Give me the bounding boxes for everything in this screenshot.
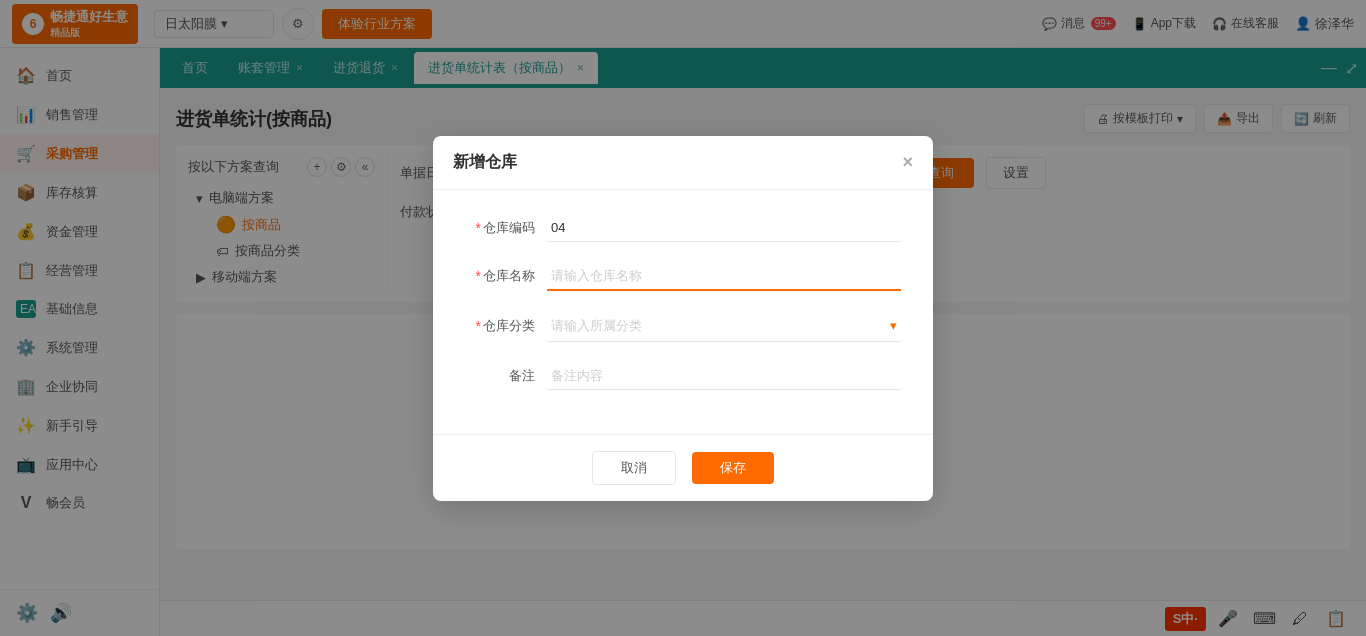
name-required-mark: * [476, 268, 481, 284]
save-button[interactable]: 保存 [692, 452, 774, 484]
category-select-placeholder: 请输入所属分类 [551, 317, 642, 335]
notes-label: 备注 [465, 367, 535, 385]
category-form-label: * 仓库分类 [465, 317, 535, 335]
cancel-button[interactable]: 取消 [592, 451, 676, 485]
code-label-text: 仓库编码 [483, 219, 535, 237]
code-required-mark: * [476, 220, 481, 236]
warehouse-notes-input[interactable] [547, 362, 901, 390]
form-row-category: * 仓库分类 请输入所属分类 ▾ [465, 311, 901, 342]
category-label-text: 仓库分类 [483, 317, 535, 335]
category-required-mark: * [476, 318, 481, 334]
warehouse-name-input[interactable] [547, 262, 901, 291]
modal-close-button[interactable]: × [902, 152, 913, 173]
name-label-text: 仓库名称 [483, 267, 535, 285]
code-label: * 仓库编码 [465, 219, 535, 237]
modal-body: * 仓库编码 * 仓库名称 * 仓库分类 请输入所属 [433, 190, 933, 434]
new-warehouse-modal: 新增仓库 × * 仓库编码 * 仓库名称 [433, 136, 933, 501]
notes-label-text: 备注 [509, 367, 535, 385]
form-row-notes: 备注 [465, 362, 901, 390]
modal-footer: 取消 保存 [433, 434, 933, 501]
warehouse-code-input[interactable] [547, 214, 901, 242]
name-label: * 仓库名称 [465, 267, 535, 285]
category-chevron-icon: ▾ [890, 318, 897, 333]
modal-title: 新增仓库 [453, 152, 517, 173]
form-row-name: * 仓库名称 [465, 262, 901, 291]
warehouse-category-select[interactable]: 请输入所属分类 ▾ [547, 311, 901, 342]
form-row-code: * 仓库编码 [465, 214, 901, 242]
modal-overlay: 新增仓库 × * 仓库编码 * 仓库名称 [0, 0, 1366, 636]
modal-header: 新增仓库 × [433, 136, 933, 190]
